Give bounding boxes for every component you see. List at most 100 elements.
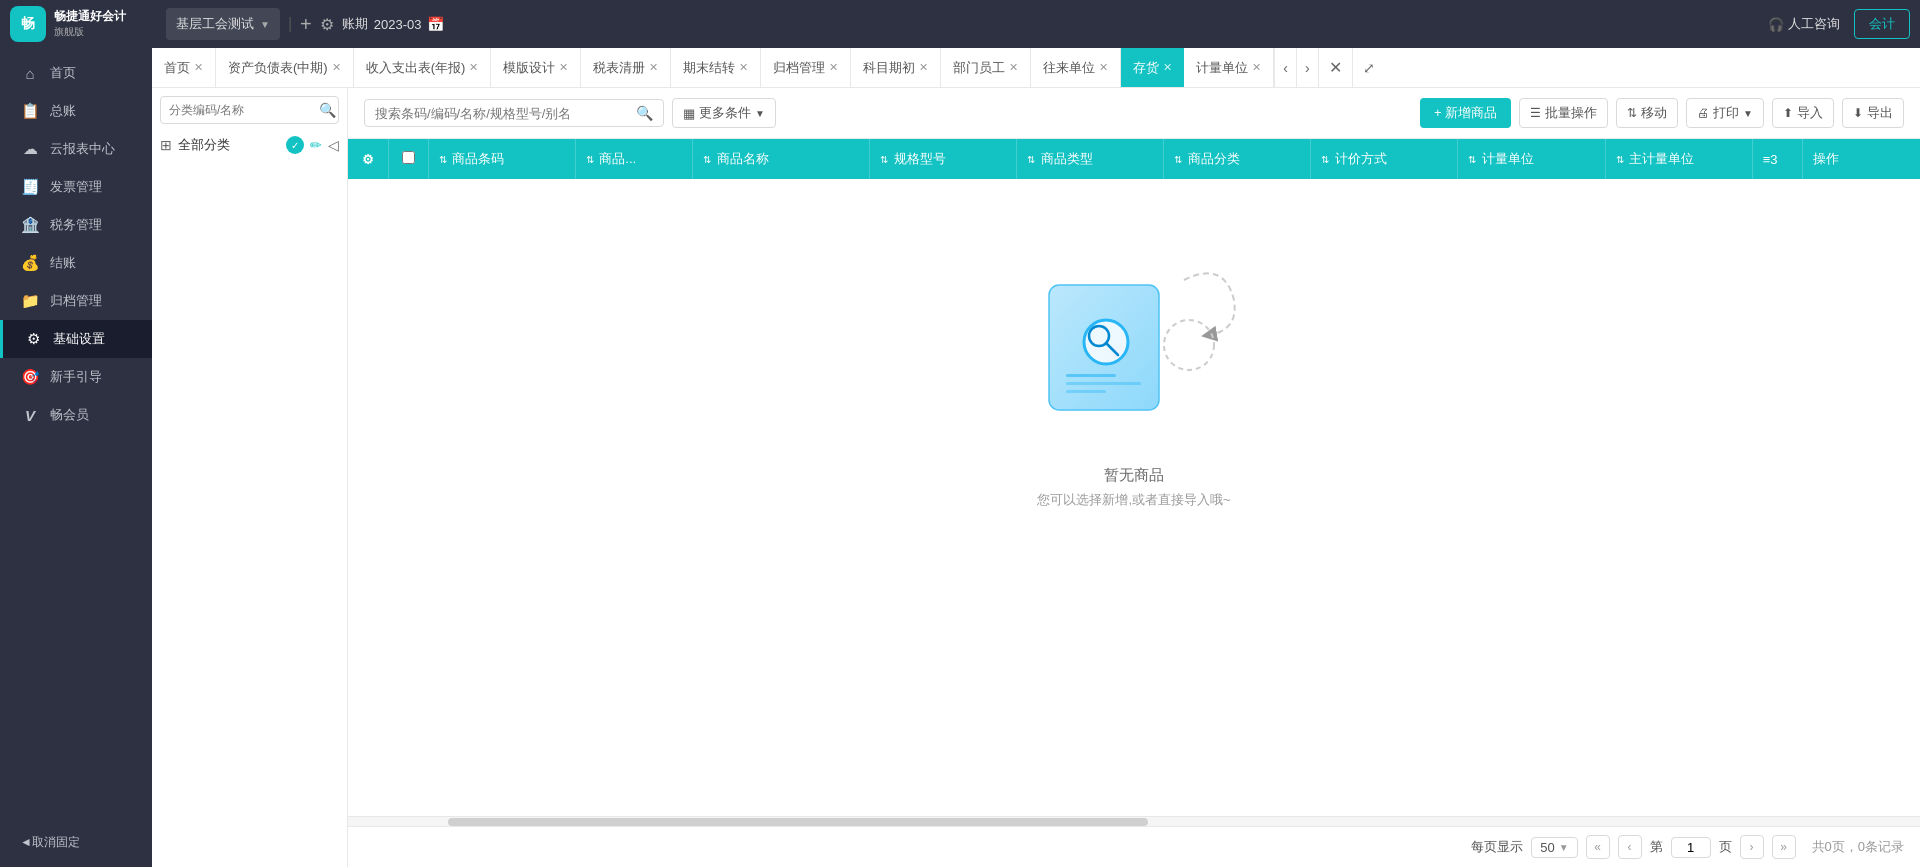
tab-archivemgmt[interactable]: 归档管理 ✕ xyxy=(761,48,851,88)
sidebar: ⌂ 首页 📋 总账 ☁ 云报表中心 🧾 发票管理 🏦 税务管理 💰 结账 📁 归… xyxy=(0,48,152,867)
col-check-header[interactable] xyxy=(388,139,428,179)
more-filter-btn[interactable]: ▦ 更多条件 ▼ xyxy=(672,98,776,128)
tab-expand[interactable]: ⤢ xyxy=(1353,48,1385,88)
calendar-icon[interactable]: 📅 xyxy=(427,16,444,32)
page-next-btn[interactable]: › xyxy=(1740,835,1764,859)
tab-taxclear[interactable]: 税表清册 ✕ xyxy=(581,48,671,88)
select-all-checkbox[interactable] xyxy=(402,151,415,164)
tab-close-archivemgmt[interactable]: ✕ xyxy=(829,61,838,74)
tab-close-template[interactable]: ✕ xyxy=(559,61,568,74)
tab-close-unit[interactable]: ✕ xyxy=(1252,61,1261,74)
product-search-input[interactable] xyxy=(375,106,636,121)
col-category-header[interactable]: ⇅ 商品分类 xyxy=(1164,139,1311,179)
page-first-btn[interactable]: « xyxy=(1586,835,1610,859)
page-number-input[interactable] xyxy=(1671,837,1711,858)
tab-income[interactable]: 收入支出表(年报) ✕ xyxy=(354,48,492,88)
empty-illustration xyxy=(1024,250,1244,450)
archive-icon: 📁 xyxy=(20,292,40,310)
col-code-header[interactable]: ⇅ 商品... xyxy=(575,139,693,179)
tab-customer[interactable]: 往来单位 ✕ xyxy=(1031,48,1121,88)
tab-subject[interactable]: 科目期初 ✕ xyxy=(851,48,941,88)
sort-price-icon: ⇅ xyxy=(1321,154,1329,165)
tab-dept[interactable]: 部门员工 ✕ xyxy=(941,48,1031,88)
sidebar-item-tax[interactable]: 🏦 税务管理 xyxy=(0,206,152,244)
col-price-header[interactable]: ⇅ 计价方式 xyxy=(1311,139,1458,179)
add-product-button[interactable]: + 新增商品 xyxy=(1420,98,1511,128)
category-search-input[interactable] xyxy=(169,103,319,117)
period-value[interactable]: 2023-03 xyxy=(374,17,422,32)
category-collapse-icon[interactable]: ◁ xyxy=(328,137,339,153)
col-spec-label: 规格型号 xyxy=(894,151,946,166)
tab-close-income[interactable]: ✕ xyxy=(469,61,478,74)
tab-unit[interactable]: 计量单位 ✕ xyxy=(1184,48,1274,88)
import-label: 导入 xyxy=(1797,104,1823,122)
page-prev-btn[interactable]: ‹ xyxy=(1618,835,1642,859)
sidebar-item-invoice[interactable]: 🧾 发票管理 xyxy=(0,168,152,206)
category-edit-icon[interactable]: ✏ xyxy=(310,137,322,153)
sidebar-item-guide[interactable]: 🎯 新手引导 xyxy=(0,358,152,396)
tab-close-taxclear[interactable]: ✕ xyxy=(649,61,658,74)
move-button[interactable]: ⇅ 移动 xyxy=(1616,98,1678,128)
sidebar-label-basic: 基础设置 xyxy=(53,330,105,348)
col-action-header: 操作 xyxy=(1802,139,1920,179)
col-barcode-header[interactable]: ⇅ 商品条码 xyxy=(428,139,575,179)
empty-doc-svg xyxy=(1044,280,1174,420)
tab-template[interactable]: 模版设计 ✕ xyxy=(491,48,581,88)
tab-close-balance[interactable]: ✕ xyxy=(332,61,341,74)
tab-nav-prev[interactable]: ‹ xyxy=(1274,48,1296,88)
col-code-label: 商品... xyxy=(599,151,636,166)
sidebar-item-member[interactable]: V 畅会员 xyxy=(0,396,152,434)
print-label: 打印 xyxy=(1713,104,1739,122)
sidebar-label-guide: 新手引导 xyxy=(50,368,102,386)
sidebar-item-reports[interactable]: ☁ 云报表中心 xyxy=(0,130,152,168)
tab-close-customer[interactable]: ✕ xyxy=(1099,61,1108,74)
sidebar-item-home[interactable]: ⌂ 首页 xyxy=(0,54,152,92)
total-label: 共0页，0条记录 xyxy=(1812,838,1904,856)
tab-nav-next[interactable]: › xyxy=(1296,48,1319,88)
tab-inventory[interactable]: 存货 ✕ xyxy=(1121,48,1184,88)
col-spec-header[interactable]: ⇅ 规格型号 xyxy=(869,139,1016,179)
tab-close-subject[interactable]: ✕ xyxy=(919,61,928,74)
per-page-select[interactable]: 50 ▼ xyxy=(1531,837,1577,858)
col-name-header[interactable]: ⇅ 商品名称 xyxy=(693,139,870,179)
tab-close-home[interactable]: ✕ xyxy=(194,61,203,74)
human-service-btn[interactable]: 🎧 人工咨询 xyxy=(1768,15,1840,33)
category-search-icon[interactable]: 🔍 xyxy=(319,102,336,118)
sidebar-item-archive[interactable]: 📁 归档管理 xyxy=(0,282,152,320)
print-button[interactable]: 🖨 打印 ▼ xyxy=(1686,98,1764,128)
col-unit-header[interactable]: ⇅ 计量单位 xyxy=(1458,139,1605,179)
company-selector[interactable]: 基层工会测试 ▼ xyxy=(166,8,280,40)
batch-op-button[interactable]: ☰ 批量操作 xyxy=(1519,98,1608,128)
search-icon[interactable]: 🔍 xyxy=(636,105,653,121)
member-icon: V xyxy=(20,407,40,424)
import-button[interactable]: ⬆ 导入 xyxy=(1772,98,1834,128)
tab-home[interactable]: 首页 ✕ xyxy=(152,48,216,88)
sort-category-icon: ⇅ xyxy=(1174,154,1182,165)
settings-icon[interactable]: ⚙ xyxy=(320,15,334,34)
category-header[interactable]: ⊞ 全部分类 ✓ ✏ ◁ xyxy=(160,132,339,158)
scrollbar-thumb[interactable] xyxy=(448,818,1148,826)
sidebar-item-settle[interactable]: 💰 结账 xyxy=(0,244,152,282)
tab-close-inventory[interactable]: ✕ xyxy=(1163,61,1172,74)
col-mainunit-header[interactable]: ⇅ 主计量单位 xyxy=(1605,139,1752,179)
filter-chevron-icon: ▼ xyxy=(755,108,765,119)
tab-close-dept[interactable]: ✕ xyxy=(1009,61,1018,74)
tab-balance[interactable]: 资产负债表(中期) ✕ xyxy=(216,48,354,88)
page-last-btn[interactable]: » xyxy=(1772,835,1796,859)
sidebar-item-ledger[interactable]: 📋 总账 xyxy=(0,92,152,130)
scrollbar-track[interactable] xyxy=(348,816,1920,826)
tab-label-template: 模版设计 xyxy=(503,59,555,77)
col-type-header[interactable]: ⇅ 商品类型 xyxy=(1017,139,1164,179)
tab-close-all[interactable]: ✕ xyxy=(1319,48,1353,88)
sidebar-item-basic[interactable]: ⚙ 基础设置 xyxy=(0,320,152,358)
table-scroll[interactable]: ⚙ ⇅ 商品条码 xyxy=(348,139,1920,816)
account-button[interactable]: 会计 xyxy=(1854,9,1910,39)
export-button[interactable]: ⬇ 导出 xyxy=(1842,98,1904,128)
tab-period[interactable]: 期末结转 ✕ xyxy=(671,48,761,88)
tab-label-subject: 科目期初 xyxy=(863,59,915,77)
col-extra-header[interactable]: ≡3 xyxy=(1752,139,1802,179)
col-settings-header[interactable]: ⚙ xyxy=(348,139,388,179)
add-tab-btn[interactable]: + xyxy=(300,13,312,36)
unpin-btn[interactable]: ◄取消固定 xyxy=(0,824,152,861)
tab-close-period[interactable]: ✕ xyxy=(739,61,748,74)
